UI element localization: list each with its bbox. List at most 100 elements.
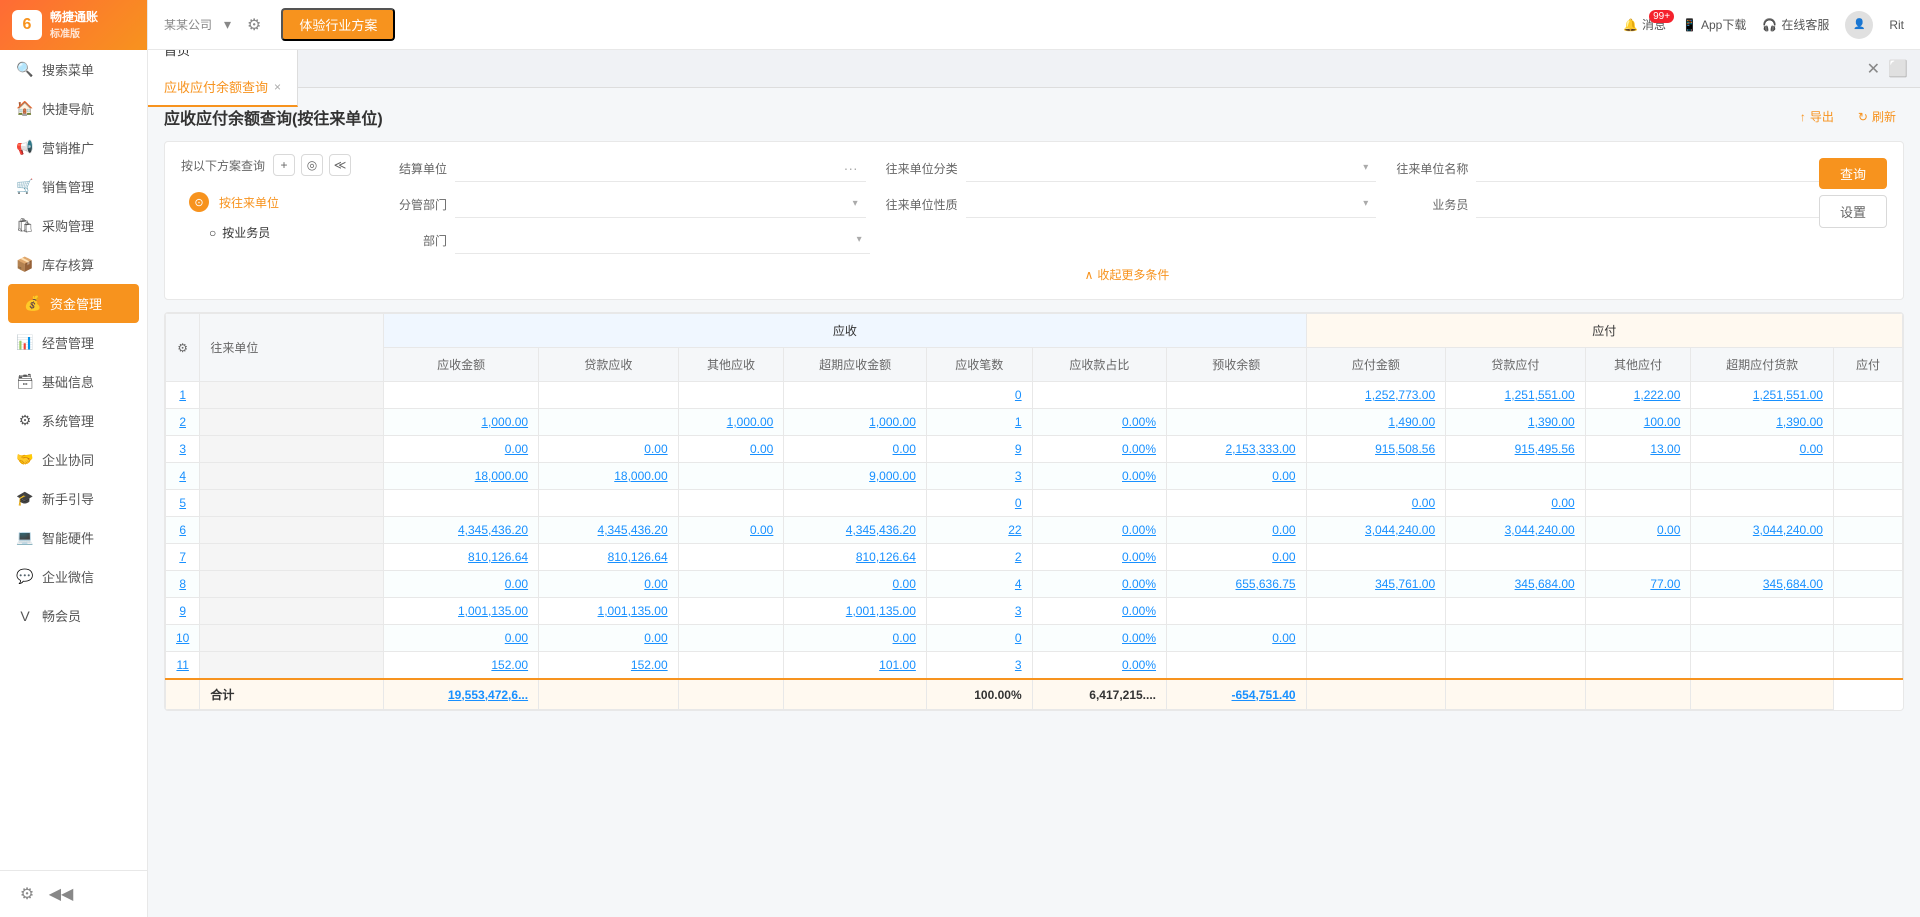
close-all-tabs-btn[interactable]: ✕ [1867, 59, 1880, 79]
cell-ar_amount-7[interactable]: 0.00 [384, 571, 539, 598]
refresh-button[interactable]: ↻ 刷新 [1850, 104, 1904, 129]
department-select[interactable]: ▾ [455, 190, 866, 218]
settlement-unit-select[interactable]: ··· [455, 154, 866, 182]
cell-ar_amount-5[interactable]: 4,345,436.20 [384, 517, 539, 544]
sidebar-collapse-btn[interactable]: ◀◀ [46, 879, 76, 909]
cell-ap_other-1[interactable]: 100.00 [1585, 409, 1691, 436]
cell-num-6[interactable]: 7 [166, 544, 200, 571]
cell-ar_overdue-6[interactable]: 810,126.64 [784, 544, 927, 571]
cell-num-3[interactable]: 4 [166, 463, 200, 490]
cell-ar_prepaid-6[interactable]: 0.00 [1167, 544, 1307, 571]
cell-ap_other-7[interactable]: 77.00 [1585, 571, 1691, 598]
cell-ar_loan-6[interactable]: 810,126.64 [539, 544, 679, 571]
cell-ar_ratio-7[interactable]: 0.00% [1032, 571, 1166, 598]
cell-ap_other-2[interactable]: 13.00 [1585, 436, 1691, 463]
sidebar-item-guide[interactable]: 🎓 新手引导 [0, 479, 147, 518]
cell-ar_other-2[interactable]: 0.00 [678, 436, 784, 463]
cell-ar_loan-3[interactable]: 18,000.00 [539, 463, 679, 490]
cell-ar_other-1[interactable]: 1,000.00 [678, 409, 784, 436]
cell-ar_amount-1[interactable]: 1,000.00 [384, 409, 539, 436]
cell-ar_loan-9[interactable]: 0.00 [539, 625, 679, 652]
cell-ar_overdue-7[interactable]: 0.00 [784, 571, 927, 598]
topbar-gear-icon[interactable]: ⚙ [247, 15, 261, 35]
sidebar-item-search[interactable]: 🔍 搜索菜单 [0, 50, 147, 89]
cell-ar_loan-2[interactable]: 0.00 [539, 436, 679, 463]
cell-num-0[interactable]: 1 [166, 382, 200, 409]
export-button[interactable]: ↑ 导出 [1792, 104, 1842, 129]
collapse-button[interactable]: ∧ 收起更多条件 [367, 262, 1887, 287]
sidebar-item-sales[interactable]: 🛒 销售管理 [0, 167, 147, 206]
dept-select[interactable]: ▾ [455, 226, 870, 254]
cell-num-4[interactable]: 5 [166, 490, 200, 517]
cell-ar_other-5[interactable]: 0.00 [678, 517, 784, 544]
footer-ar-total[interactable]: 19,553,472,6... [384, 679, 539, 710]
cell-ap_amount-5[interactable]: 3,044,240.00 [1306, 517, 1446, 544]
cell-ar_ratio-6[interactable]: 0.00% [1032, 544, 1166, 571]
cell-ar_ratio-10[interactable]: 0.00% [1032, 652, 1166, 680]
cell-ap_loan-5[interactable]: 3,044,240.00 [1446, 517, 1586, 544]
cell-ar_prepaid-3[interactable]: 0.00 [1167, 463, 1307, 490]
th-settings-icon[interactable]: ⚙ [166, 314, 200, 382]
cell-ar_count-2[interactable]: 9 [926, 436, 1032, 463]
promo-button[interactable]: 体验行业方案 [281, 8, 395, 41]
notification-button[interactable]: 🔔 消息 99+ [1623, 16, 1666, 33]
cell-ar_count-8[interactable]: 3 [926, 598, 1032, 625]
sidebar-item-inventory[interactable]: 📦 库存核算 [0, 245, 147, 284]
cell-ar_count-7[interactable]: 4 [926, 571, 1032, 598]
sidebar-item-vip[interactable]: V 畅会员 [0, 596, 147, 635]
cell-ar_loan-7[interactable]: 0.00 [539, 571, 679, 598]
app-download-button[interactable]: 📱 App下载 [1682, 16, 1746, 33]
cell-ap_loan-0[interactable]: 1,251,551.00 [1446, 382, 1586, 409]
cell-ar_prepaid-9[interactable]: 0.00 [1167, 625, 1307, 652]
cell-ar_loan-10[interactable]: 152.00 [539, 652, 679, 680]
cell-ar_amount-6[interactable]: 810,126.64 [384, 544, 539, 571]
filter-by-salesperson[interactable]: ○ 按业务员 [201, 220, 351, 245]
online-service-button[interactable]: 🎧 在线客服 [1762, 16, 1829, 33]
cell-ap_loan-4[interactable]: 0.00 [1446, 490, 1586, 517]
tab-close-ar_query[interactable]: × [274, 80, 281, 94]
filter-by-partner[interactable]: ⊙ 按往来单位 [181, 188, 351, 216]
cell-num-1[interactable]: 2 [166, 409, 200, 436]
sidebar-item-quicknav[interactable]: 🏠 快捷导航 [0, 89, 147, 128]
cell-ar_amount-8[interactable]: 1,001,135.00 [384, 598, 539, 625]
cell-num-5[interactable]: 6 [166, 517, 200, 544]
cell-ar_overdue-2[interactable]: 0.00 [784, 436, 927, 463]
cell-ar_count-9[interactable]: 0 [926, 625, 1032, 652]
cell-ar_amount-9[interactable]: 0.00 [384, 625, 539, 652]
cell-ap_loan-2[interactable]: 915,495.56 [1446, 436, 1586, 463]
cell-ar_ratio-8[interactable]: 0.00% [1032, 598, 1166, 625]
cell-num-9[interactable]: 10 [166, 625, 200, 652]
cell-ar_loan-8[interactable]: 1,001,135.00 [539, 598, 679, 625]
cell-ap_other-5[interactable]: 0.00 [1585, 517, 1691, 544]
sidebar-item-collab[interactable]: 🤝 企业协同 [0, 440, 147, 479]
cell-ap_amount-2[interactable]: 915,508.56 [1306, 436, 1446, 463]
cell-ar_overdue-5[interactable]: 4,345,436.20 [784, 517, 927, 544]
cell-ap_overdue-5[interactable]: 3,044,240.00 [1691, 517, 1834, 544]
cell-ap_amount-0[interactable]: 1,252,773.00 [1306, 382, 1446, 409]
topbar-dropdown-icon[interactable]: ▾ [224, 16, 231, 33]
cell-ap_amount-7[interactable]: 345,761.00 [1306, 571, 1446, 598]
settlement-unit-dots[interactable]: ··· [844, 160, 858, 176]
cell-ar_ratio-5[interactable]: 0.00% [1032, 517, 1166, 544]
sidebar-settings-btn[interactable]: ⚙ [12, 879, 42, 909]
cell-ap_loan-1[interactable]: 1,390.00 [1446, 409, 1586, 436]
footer-ap-total[interactable]: -654,751.40 [1167, 679, 1307, 710]
sidebar-item-finance[interactable]: 💰 资金管理 [8, 284, 139, 323]
cell-ap_overdue-2[interactable]: 0.00 [1691, 436, 1834, 463]
sidebar-item-operations[interactable]: 📊 经营管理 [0, 323, 147, 362]
cell-ar_prepaid-2[interactable]: 2,153,333.00 [1167, 436, 1307, 463]
cell-ar_overdue-10[interactable]: 101.00 [784, 652, 927, 680]
sidebar-item-wechat[interactable]: 💬 企业微信 [0, 557, 147, 596]
cell-ar_overdue-9[interactable]: 0.00 [784, 625, 927, 652]
add-filter-btn[interactable]: + [273, 154, 295, 176]
maximize-btn[interactable]: ⬜ [1888, 59, 1908, 79]
cell-ap_amount-4[interactable]: 0.00 [1306, 490, 1446, 517]
cell-ar_ratio-2[interactable]: 0.00% [1032, 436, 1166, 463]
cell-ap_other-0[interactable]: 1,222.00 [1585, 382, 1691, 409]
cell-ar_count-4[interactable]: 0 [926, 490, 1032, 517]
sidebar-item-basic[interactable]: 🗃 基础信息 [0, 362, 147, 401]
sidebar-item-purchase[interactable]: 🛍 采购管理 [0, 206, 147, 245]
cell-ar_overdue-3[interactable]: 9,000.00 [784, 463, 927, 490]
cell-ar_count-3[interactable]: 3 [926, 463, 1032, 490]
partner-nature-select[interactable]: ▾ [966, 190, 1377, 218]
